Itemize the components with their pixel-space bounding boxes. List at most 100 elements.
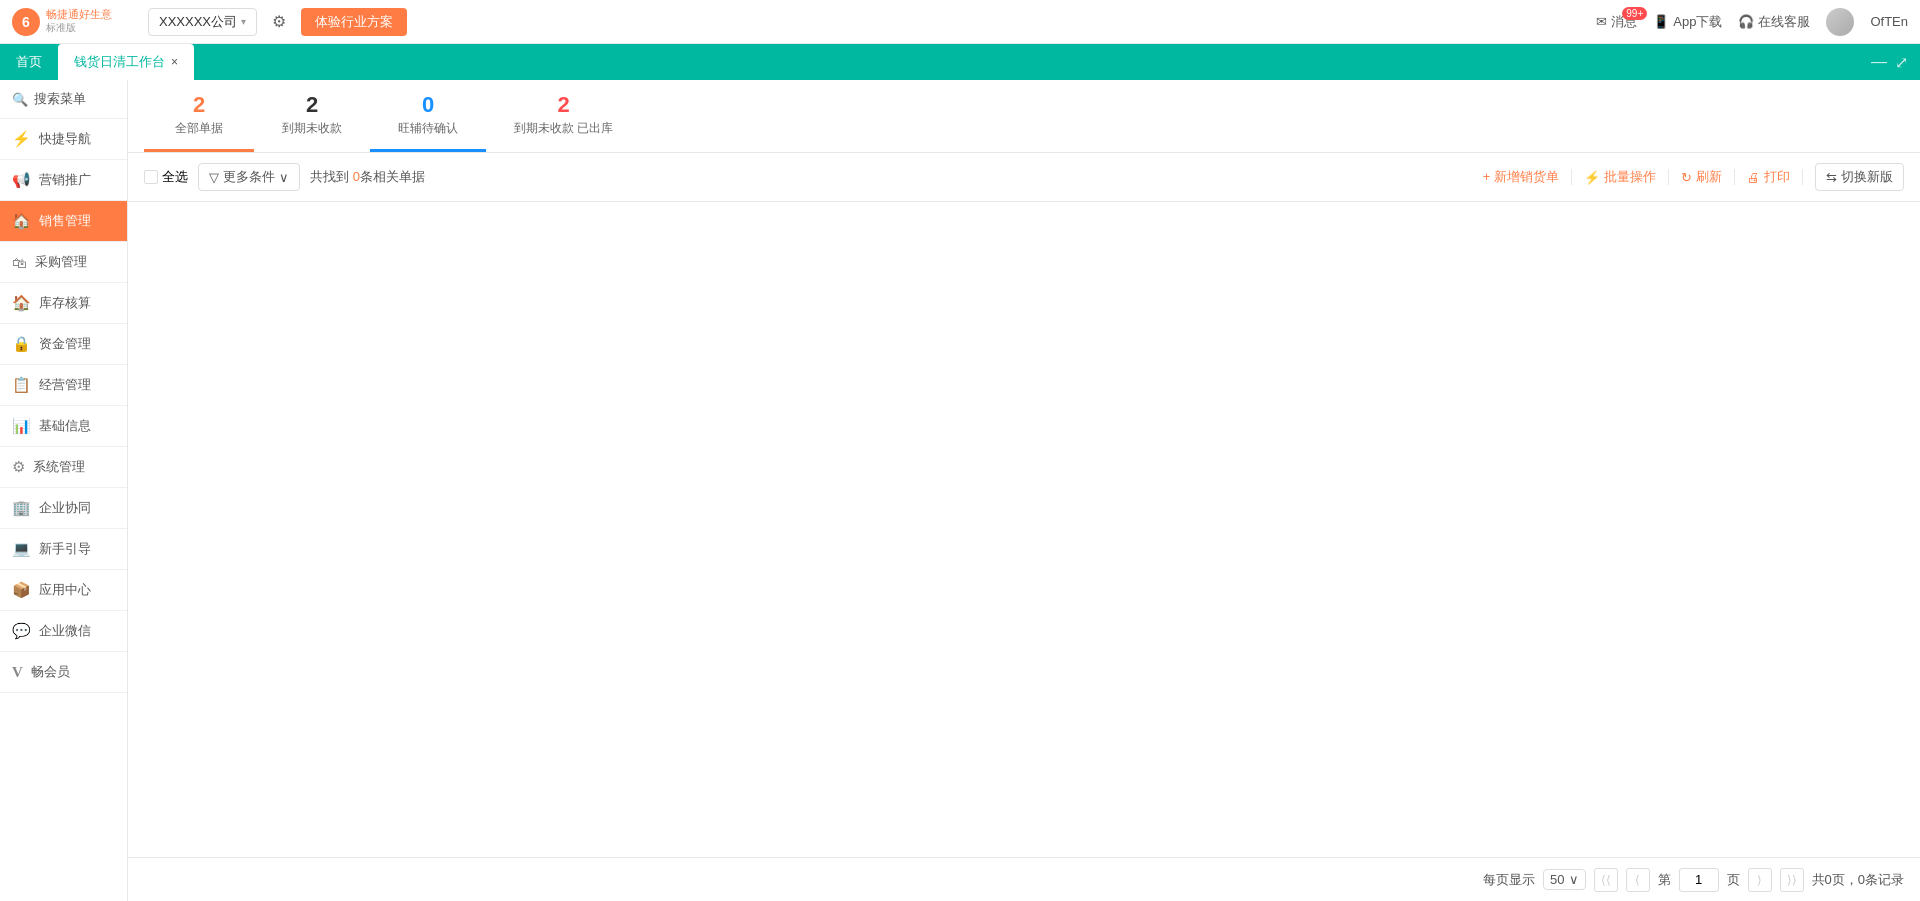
divider — [1571, 169, 1572, 185]
app-download-button[interactable]: 📱 App下载 — [1653, 13, 1722, 31]
download-icon: 📱 — [1653, 14, 1669, 29]
select-all-checkbox[interactable]: 全选 — [144, 168, 188, 186]
stat-tab-overdue[interactable]: 2 到期未收款 — [254, 80, 370, 152]
stat-label-overdue: 到期未收款 — [282, 120, 342, 137]
header-right: ✉ 消息 99+ 📱 App下载 🎧 在线客服 OfTEn — [1596, 8, 1908, 36]
checkbox-icon[interactable] — [144, 170, 158, 184]
stat-label-all: 全部单据 — [175, 120, 223, 137]
inventory-icon: 🏠 — [12, 294, 31, 312]
sidebar-item-enterprise[interactable]: 🏢 企业协同 — [0, 488, 127, 529]
table-area — [128, 202, 1920, 857]
found-text: 共找到 0条相关单据 — [310, 168, 425, 186]
sidebar-item-purchase[interactable]: 🛍 采购管理 — [0, 242, 127, 283]
online-service-button[interactable]: 🎧 在线客服 — [1738, 13, 1810, 31]
sidebar-item-quick-nav[interactable]: ⚡ 快捷导航 — [0, 119, 127, 160]
sales-icon: 🏠 — [12, 212, 31, 230]
divider — [1734, 169, 1735, 185]
sidebar-item-marketing[interactable]: 📢 营销推广 — [0, 160, 127, 201]
stat-tab-all[interactable]: 2 全部单据 — [144, 80, 254, 152]
page-suffix: 页 — [1727, 871, 1740, 889]
service-icon: 🎧 — [1738, 14, 1754, 29]
print-icon: 🖨 — [1747, 170, 1760, 185]
sidebar-item-system[interactable]: ⚙ 系统管理 — [0, 447, 127, 488]
enterprise-icon: 🏢 — [12, 499, 31, 517]
stat-tab-overdue-out[interactable]: 2 到期未收款 已出库 — [486, 80, 641, 152]
divider — [1802, 169, 1803, 185]
wechat-icon: 💬 — [12, 622, 31, 640]
sidebar-item-app-center[interactable]: 📦 应用中心 — [0, 570, 127, 611]
per-page-select[interactable]: 50 ∨ — [1543, 869, 1585, 890]
switch-version-button[interactable]: ⇆ 切换新版 — [1815, 163, 1904, 191]
found-count: 0 — [353, 169, 360, 184]
sidebar-item-guide[interactable]: 💻 新手引导 — [0, 529, 127, 570]
sidebar-item-member[interactable]: V 畅会员 — [0, 652, 127, 693]
quick-nav-icon: ⚡ — [12, 130, 31, 148]
operations-icon: 📋 — [12, 376, 31, 394]
new-order-button[interactable]: + 新增销货单 — [1483, 168, 1559, 186]
sidebar-item-operations[interactable]: 📋 经营管理 — [0, 365, 127, 406]
tab-bar-actions: — ⤢ — [1871, 53, 1920, 72]
tab-workbench[interactable]: 钱货日清工作台 × — [58, 44, 194, 80]
prev-page-button[interactable]: ⟨ — [1626, 868, 1650, 892]
chevron-down-icon: ∨ — [279, 170, 289, 185]
search-icon: 🔍 — [12, 92, 28, 107]
maximize-icon[interactable]: ⤢ — [1895, 53, 1908, 72]
refresh-button[interactable]: ↻ 刷新 — [1681, 168, 1722, 186]
logo-sub: 标准版 — [46, 21, 112, 35]
minimize-icon[interactable]: — — [1871, 53, 1887, 71]
stat-num-overdue-out: 2 — [558, 92, 570, 118]
logo-text: 畅捷通好生意 — [46, 8, 112, 21]
settings-button[interactable]: ⚙ — [265, 8, 293, 36]
top-header: 6 畅捷通好生意 标准版 XXXXXX公司 ▾ ⚙ 体验行业方案 ✉ 消息 99… — [0, 0, 1920, 44]
refresh-icon: ↻ — [1681, 170, 1692, 185]
company-name: XXXXXX公司 — [159, 13, 237, 31]
per-page-label: 每页显示 — [1483, 871, 1535, 889]
toolbar-right: + 新增销货单 ⚡ 批量操作 ↻ 刷新 🖨 打印 — [1483, 163, 1904, 191]
marketing-icon: 📢 — [12, 171, 31, 189]
logo-area: 6 畅捷通好生意 标准版 — [12, 8, 140, 36]
purchase-icon: 🛍 — [12, 254, 27, 271]
trial-button[interactable]: 体验行业方案 — [301, 8, 407, 36]
page-label: 第 — [1658, 871, 1671, 889]
username-area[interactable]: OfTEn — [1870, 14, 1908, 29]
chevron-down-icon: ▾ — [241, 16, 246, 27]
sidebar-item-basic-info[interactable]: 📊 基础信息 — [0, 406, 127, 447]
avatar[interactable] — [1826, 8, 1854, 36]
message-badge: 99+ — [1622, 7, 1647, 20]
stat-num-all: 2 — [193, 92, 205, 118]
tab-home[interactable]: 首页 — [0, 44, 58, 80]
app-center-icon: 📦 — [12, 581, 31, 599]
logo-icon: 6 — [12, 8, 40, 36]
sidebar: 🔍 搜索菜单 ⚡ 快捷导航 📢 营销推广 🏠 销售管理 🛍 采购管理 🏠 库存核… — [0, 80, 128, 901]
batch-icon: ⚡ — [1584, 170, 1600, 185]
filter-icon: ▽ — [209, 170, 219, 185]
print-button[interactable]: 🖨 打印 — [1747, 168, 1790, 186]
page-input[interactable] — [1679, 868, 1719, 892]
system-icon: ⚙ — [12, 458, 25, 476]
filter-button[interactable]: ▽ 更多条件 ∨ — [198, 163, 300, 191]
search-menu-button[interactable]: 🔍 搜索菜单 — [0, 80, 127, 119]
stat-label-overdue-out: 到期未收款 已出库 — [514, 120, 613, 137]
divider — [1668, 169, 1669, 185]
stats-tabs: 2 全部单据 2 到期未收款 0 旺辅待确认 2 到期未收款 已出库 — [128, 80, 1920, 153]
total-label: 共0页，0条记录 — [1812, 871, 1904, 889]
main-layout: 🔍 搜索菜单 ⚡ 快捷导航 📢 营销推广 🏠 销售管理 🛍 采购管理 🏠 库存核… — [0, 80, 1920, 901]
sidebar-item-finance[interactable]: 🔒 资金管理 — [0, 324, 127, 365]
chevron-down-icon: ∨ — [1569, 872, 1579, 887]
sidebar-item-sales[interactable]: 🏠 销售管理 — [0, 201, 127, 242]
finance-icon: 🔒 — [12, 335, 31, 353]
message-icon: ✉ — [1596, 14, 1607, 29]
last-page-button[interactable]: ⟩⟩ — [1780, 868, 1804, 892]
stat-label-pending: 旺辅待确认 — [398, 120, 458, 137]
message-button[interactable]: ✉ 消息 99+ — [1596, 13, 1637, 31]
sidebar-item-inventory[interactable]: 🏠 库存核算 — [0, 283, 127, 324]
switch-icon: ⇆ — [1826, 170, 1837, 185]
next-page-button[interactable]: ⟩ — [1748, 868, 1772, 892]
tab-bar: 首页 钱货日清工作台 × — ⤢ — [0, 44, 1920, 80]
batch-operation-button[interactable]: ⚡ 批量操作 — [1584, 168, 1656, 186]
tab-close-icon[interactable]: × — [171, 55, 178, 69]
stat-tab-pending[interactable]: 0 旺辅待确认 — [370, 80, 486, 152]
company-selector[interactable]: XXXXXX公司 ▾ — [148, 8, 257, 36]
first-page-button[interactable]: ⟨⟨ — [1594, 868, 1618, 892]
sidebar-item-wechat[interactable]: 💬 企业微信 — [0, 611, 127, 652]
